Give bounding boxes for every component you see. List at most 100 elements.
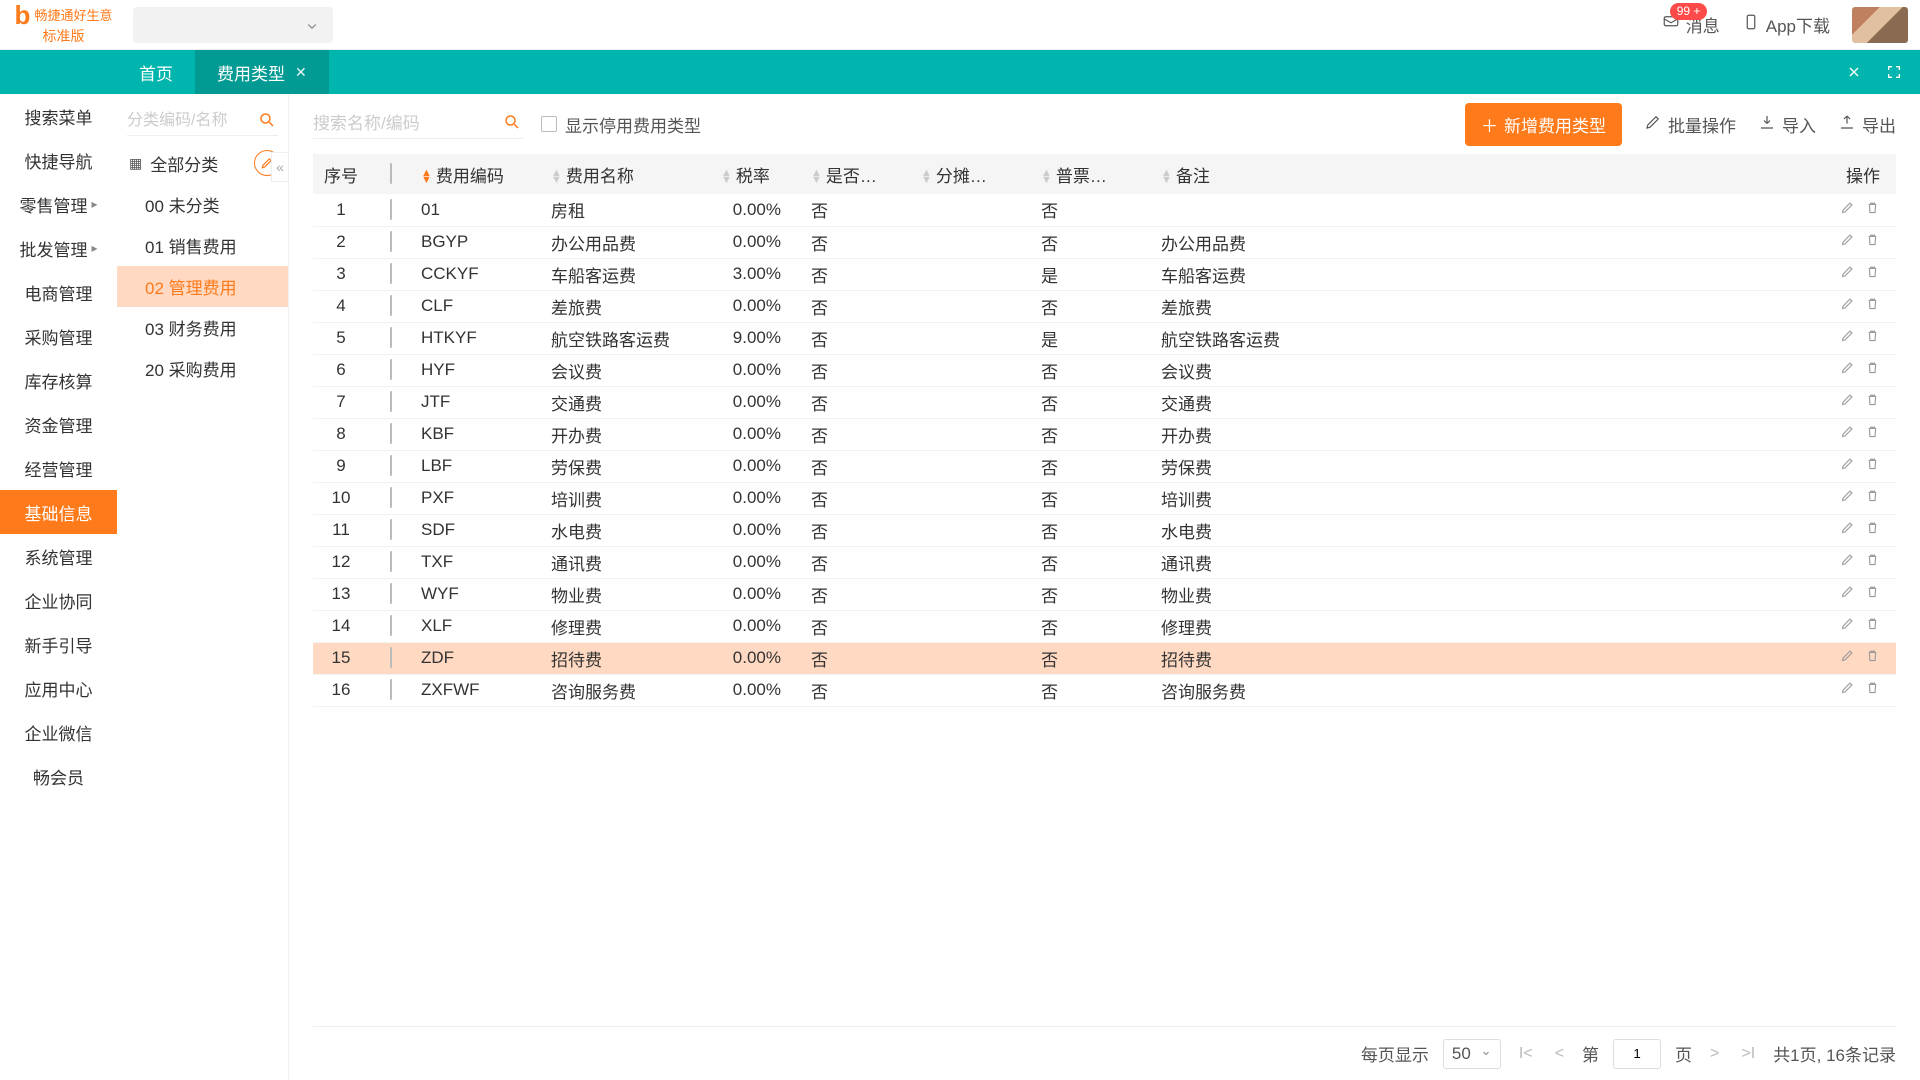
all-categories-label[interactable]: 全部分类 [150,151,218,176]
show-disabled-checkbox[interactable]: 显示停用费用类型 [541,112,701,137]
table-row[interactable]: 8KBF开办费0.00%否否开办费 [313,418,1896,450]
row-checkbox[interactable] [369,354,413,386]
delete-icon[interactable] [1865,490,1880,507]
table-row[interactable]: 12TXF通讯费0.00%否否通讯费 [313,546,1896,578]
table-row[interactable]: 101房租0.00%否否 [313,194,1896,226]
edit-icon[interactable] [1840,202,1855,219]
edit-icon[interactable] [1840,394,1855,411]
delete-icon[interactable] [1865,522,1880,539]
row-checkbox[interactable] [369,322,413,354]
import-button[interactable]: 导入 [1758,112,1816,137]
col-ticket[interactable]: ▲▼普票… [1033,154,1153,194]
company-dropdown[interactable] [133,7,333,43]
col-remark[interactable]: ▲▼备注 [1153,154,1806,194]
table-row[interactable]: 13WYF物业费0.00%否否物业费 [313,578,1896,610]
page-prev-button[interactable]: < [1551,1045,1568,1063]
delete-icon[interactable] [1865,586,1880,603]
table-row[interactable]: 14XLF修理费0.00%否否修理费 [313,610,1896,642]
row-checkbox[interactable] [369,514,413,546]
edit-icon[interactable] [1840,458,1855,475]
delete-icon[interactable] [1865,266,1880,283]
table-row[interactable]: 10PXF培训费0.00%否否培训费 [313,482,1896,514]
row-checkbox[interactable] [369,226,413,258]
add-fee-type-button[interactable]: ＋ 新增费用类型 [1465,103,1622,146]
nav-item[interactable]: 零售管理▸ [0,182,117,226]
delete-icon[interactable] [1865,458,1880,475]
nav-item[interactable]: 采购管理 [0,314,117,358]
nav-item[interactable]: 畅会员 [0,754,117,798]
nav-item[interactable]: 批发管理▸ [0,226,117,270]
category-search-input[interactable] [127,106,278,136]
messages-button[interactable]: 99 + 消息 [1662,12,1720,37]
avatar[interactable] [1852,7,1908,43]
page-input[interactable] [1613,1039,1661,1069]
delete-icon[interactable] [1865,234,1880,251]
row-checkbox[interactable] [369,578,413,610]
table-row[interactable]: 5HTKYF航空铁路客运费9.00%否是航空铁路客运费 [313,322,1896,354]
app-download-button[interactable]: App下载 [1742,12,1830,37]
page-last-button[interactable]: >I [1737,1045,1759,1063]
delete-icon[interactable] [1865,554,1880,571]
nav-item[interactable]: 电商管理 [0,270,117,314]
edit-icon[interactable] [1840,682,1855,699]
delete-icon[interactable] [1865,298,1880,315]
nav-item[interactable]: 企业协同 [0,578,117,622]
fullscreen-button[interactable] [1874,50,1914,94]
per-page-select[interactable]: 50 [1443,1039,1501,1069]
row-checkbox[interactable] [369,610,413,642]
category-item[interactable]: 01 销售费用 [117,225,288,266]
edit-icon[interactable] [1840,522,1855,539]
close-icon[interactable]: ✕ [295,64,307,81]
col-name[interactable]: ▲▼费用名称 [543,154,713,194]
edit-icon[interactable] [1840,234,1855,251]
delete-icon[interactable] [1865,618,1880,635]
delete-icon[interactable] [1865,682,1880,699]
row-checkbox[interactable] [369,290,413,322]
edit-icon[interactable] [1840,554,1855,571]
edit-icon[interactable] [1840,618,1855,635]
nav-item[interactable]: 资金管理 [0,402,117,446]
row-checkbox[interactable] [369,482,413,514]
row-checkbox[interactable] [369,194,413,226]
row-checkbox[interactable] [369,642,413,674]
nav-item[interactable]: 企业微信 [0,710,117,754]
col-bool[interactable]: ▲▼是否… [803,154,913,194]
nav-item[interactable]: 应用中心 [0,666,117,710]
col-select-all[interactable] [369,154,413,194]
edit-icon[interactable] [1840,298,1855,315]
table-row[interactable]: 4CLF差旅费0.00%否否差旅费 [313,290,1896,322]
tab-fee-type[interactable]: 费用类型 ✕ [195,50,329,94]
delete-icon[interactable] [1865,362,1880,379]
tab-close-all-button[interactable] [1834,50,1874,94]
delete-icon[interactable] [1865,202,1880,219]
table-row[interactable]: 11SDF水电费0.00%否否水电费 [313,514,1896,546]
edit-icon[interactable] [1840,362,1855,379]
nav-item[interactable]: 新手引导 [0,622,117,666]
collapse-panel-button[interactable]: « [271,152,289,182]
edit-icon[interactable] [1840,586,1855,603]
table-row[interactable]: 6HYF会议费0.00%否否会议费 [313,354,1896,386]
nav-item[interactable]: 搜索菜单 [0,94,117,138]
category-item[interactable]: 03 财务费用 [117,307,288,348]
delete-icon[interactable] [1865,426,1880,443]
row-checkbox[interactable] [369,258,413,290]
edit-icon[interactable] [1840,426,1855,443]
table-row[interactable]: 3CCKYF车船客运费3.00%否是车船客运费 [313,258,1896,290]
search-icon[interactable] [258,111,276,134]
nav-item[interactable]: 库存核算 [0,358,117,402]
row-checkbox[interactable] [369,450,413,482]
edit-icon[interactable] [1840,490,1855,507]
table-row[interactable]: 2BGYP办公用品费0.00%否否办公用品费 [313,226,1896,258]
table-row[interactable]: 16ZXFWF咨询服务费0.00%否否咨询服务费 [313,674,1896,706]
edit-icon[interactable] [1840,650,1855,667]
nav-item[interactable]: 快捷导航 [0,138,117,182]
category-item[interactable]: 02 管理费用 [117,266,288,307]
batch-action-button[interactable]: 批量操作 [1644,112,1736,137]
col-code[interactable]: ▲▼费用编码 [413,154,543,194]
row-checkbox[interactable] [369,674,413,706]
nav-item[interactable]: 基础信息 [0,490,117,534]
delete-icon[interactable] [1865,330,1880,347]
row-checkbox[interactable] [369,418,413,450]
tab-home[interactable]: 首页 [117,50,195,94]
category-item[interactable]: 00 未分类 [117,184,288,225]
